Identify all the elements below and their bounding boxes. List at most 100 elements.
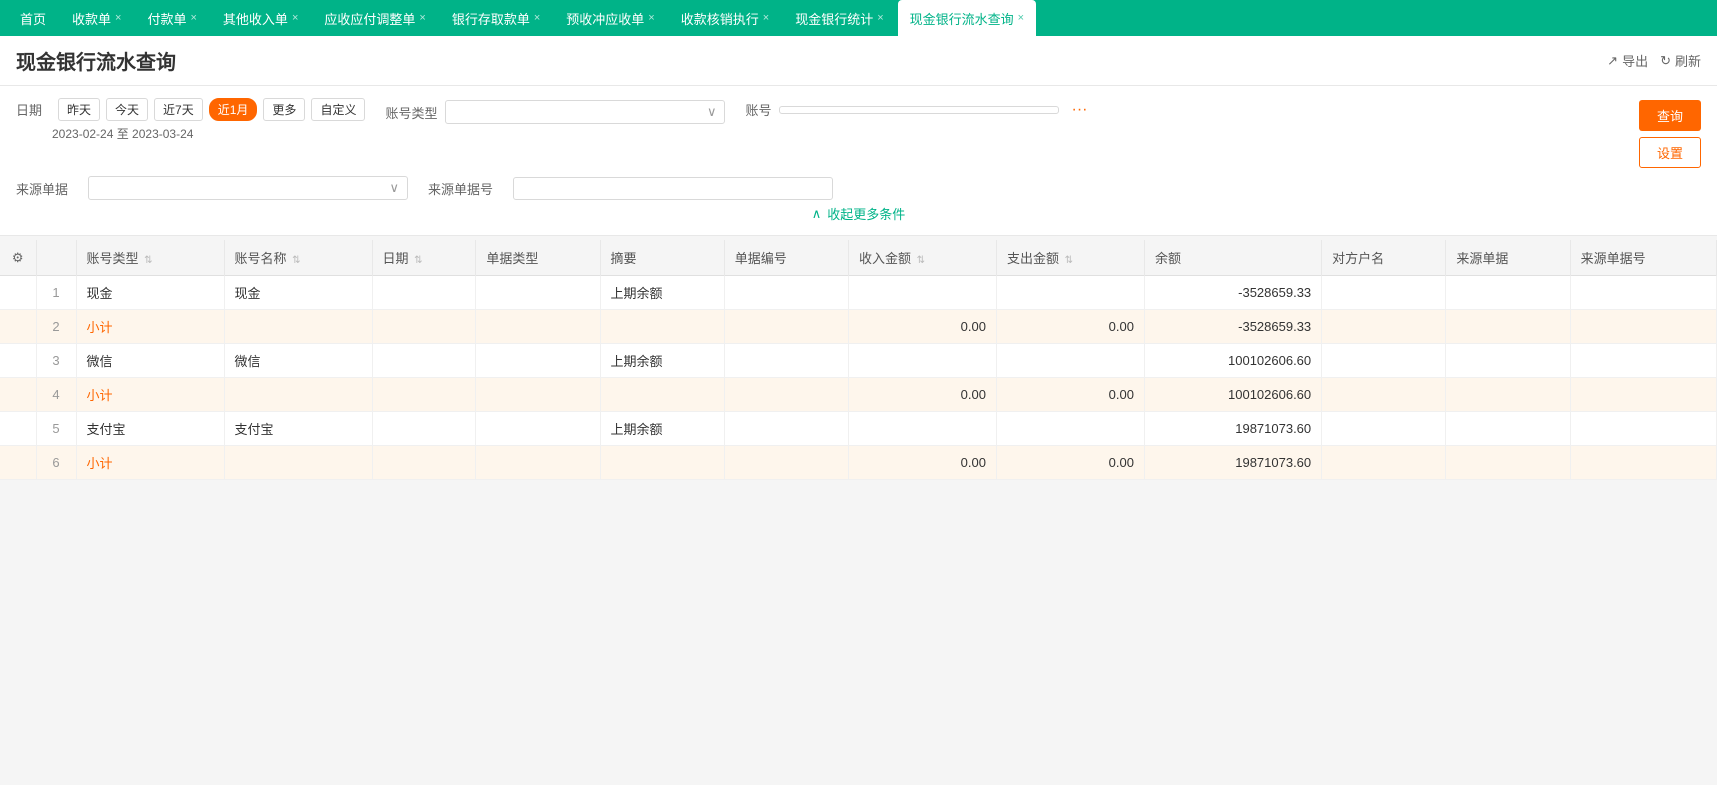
col-date[interactable]: 日期 ⇅ xyxy=(372,240,476,276)
export-button[interactable]: ↗ 导出 xyxy=(1607,51,1648,70)
account-select[interactable] xyxy=(779,106,1059,114)
close-icon[interactable]: × xyxy=(763,12,769,24)
row-checkbox[interactable] xyxy=(0,310,36,344)
cell-balance: -3528659.33 xyxy=(1144,310,1321,344)
date-btn-custom[interactable]: 自定义 xyxy=(311,98,365,121)
query-button[interactable]: 查询 xyxy=(1639,100,1701,131)
cell-summary: 上期余额 xyxy=(600,276,724,310)
nav-tab-payment[interactable]: 付款单 × xyxy=(135,0,208,36)
cell-account-name xyxy=(224,378,372,412)
data-table: ⚙ 账号类型 ⇅ 账号名称 ⇅ 日期 ⇅ 单据类型 摘要 单据编号 收入金额 ⇅… xyxy=(0,240,1717,480)
cell-doc-no xyxy=(724,446,848,480)
cell-account-type: 小计 xyxy=(76,446,224,480)
nav-tab-adjust[interactable]: 应收应付调整单 × xyxy=(312,0,437,36)
cell-counterpart xyxy=(1322,412,1446,446)
cell-date xyxy=(372,446,476,480)
nav-home[interactable]: 首页 xyxy=(8,9,58,28)
account-type-label: 账号类型 xyxy=(385,103,437,122)
close-icon[interactable]: × xyxy=(292,12,298,24)
row-checkbox[interactable] xyxy=(0,412,36,446)
table-header-row: ⚙ 账号类型 ⇅ 账号名称 ⇅ 日期 ⇅ 单据类型 摘要 单据编号 收入金额 ⇅… xyxy=(0,240,1717,276)
cell-doc-type xyxy=(476,412,600,446)
collapse-icon: ∧ xyxy=(812,206,822,222)
close-icon[interactable]: × xyxy=(190,12,196,24)
chevron-down-icon: ∨ xyxy=(707,104,717,120)
account-type-select[interactable]: ∨ xyxy=(445,100,725,124)
nav-tab-verify[interactable]: 收款核销执行 × xyxy=(669,0,781,36)
close-icon[interactable]: × xyxy=(1018,12,1024,24)
source-doc-no-input[interactable] xyxy=(513,177,833,200)
export-icon: ↗ xyxy=(1607,53,1618,69)
date-label: 日期 xyxy=(16,100,42,119)
close-icon[interactable]: × xyxy=(877,12,883,24)
filter-area: 日期 昨天 今天 近7天 近1月 更多 自定义 2023-02-24 至 202… xyxy=(0,86,1717,236)
cell-source-doc xyxy=(1446,276,1570,310)
row-index: 2 xyxy=(36,310,76,344)
row-checkbox[interactable] xyxy=(0,276,36,310)
cell-source-doc-no xyxy=(1570,446,1716,480)
date-btn-today[interactable]: 今天 xyxy=(106,98,148,121)
close-icon[interactable]: × xyxy=(648,12,654,24)
cell-doc-no xyxy=(724,276,848,310)
nav-tab-other-income[interactable]: 其他收入单 × xyxy=(211,0,310,36)
row-checkbox[interactable] xyxy=(0,446,36,480)
date-btn-7days[interactable]: 近7天 xyxy=(154,98,203,121)
refresh-button[interactable]: ↻ 刷新 xyxy=(1660,51,1701,70)
cell-doc-type xyxy=(476,310,600,344)
close-icon[interactable]: × xyxy=(419,12,425,24)
column-settings-icon[interactable]: ⚙ xyxy=(0,240,36,276)
col-doc-type: 单据类型 xyxy=(476,240,600,276)
cell-counterpart xyxy=(1322,344,1446,378)
row-checkbox[interactable] xyxy=(0,378,36,412)
row-index: 6 xyxy=(36,446,76,480)
row-checkbox[interactable] xyxy=(0,344,36,378)
cell-date xyxy=(372,412,476,446)
close-icon[interactable]: × xyxy=(115,12,121,24)
date-btn-yesterday[interactable]: 昨天 xyxy=(58,98,100,121)
col-summary: 摘要 xyxy=(600,240,724,276)
col-account-type[interactable]: 账号类型 ⇅ xyxy=(76,240,224,276)
cell-expense: 0.00 xyxy=(996,310,1144,344)
cell-source-doc-no xyxy=(1570,412,1716,446)
cell-account-name xyxy=(224,446,372,480)
refresh-icon: ↻ xyxy=(1660,53,1671,69)
nav-tab-bank-flow[interactable]: 现金银行流水查询 × xyxy=(898,0,1036,36)
cell-date xyxy=(372,276,476,310)
table-body: 1现金现金上期余额-3528659.332小计0.000.00-3528659.… xyxy=(0,276,1717,480)
source-doc-no-label: 来源单据号 xyxy=(428,179,493,198)
nav-tab-prepay[interactable]: 预收冲应收单 × xyxy=(554,0,666,36)
cell-account-type: 小计 xyxy=(76,310,224,344)
collapse-bar[interactable]: ∧ 收起更多条件 xyxy=(16,200,1701,223)
cell-account-name xyxy=(224,310,372,344)
cell-income xyxy=(848,276,996,310)
cell-doc-no xyxy=(724,310,848,344)
cell-account-name: 微信 xyxy=(224,344,372,378)
cell-income xyxy=(848,344,996,378)
date-btn-1month[interactable]: 近1月 xyxy=(209,98,258,121)
col-account-name[interactable]: 账号名称 ⇅ xyxy=(224,240,372,276)
cell-account-type: 小计 xyxy=(76,378,224,412)
setting-button[interactable]: 设置 xyxy=(1639,137,1701,168)
col-expense[interactable]: 支出金额 ⇅ xyxy=(996,240,1144,276)
page-title: 现金银行流水查询 xyxy=(16,46,176,75)
nav-tab-bank-deposit[interactable]: 银行存取款单 × xyxy=(440,0,552,36)
col-income[interactable]: 收入金额 ⇅ xyxy=(848,240,996,276)
cell-doc-type xyxy=(476,344,600,378)
date-range: 2023-02-24 至 2023-03-24 xyxy=(52,127,193,141)
cell-account-name: 现金 xyxy=(224,276,372,310)
date-btn-more[interactable]: 更多 xyxy=(263,98,305,121)
table-row: 5支付宝支付宝上期余额19871073.60 xyxy=(0,412,1717,446)
table-row: 4小计0.000.00100102606.60 xyxy=(0,378,1717,412)
row-index: 1 xyxy=(36,276,76,310)
account-dots-button[interactable]: ··· xyxy=(1071,101,1087,119)
nav-tab-receipt[interactable]: 收款单 × xyxy=(60,0,133,36)
cell-doc-no xyxy=(724,344,848,378)
cell-expense: 0.00 xyxy=(996,446,1144,480)
cell-expense xyxy=(996,276,1144,310)
cell-doc-type xyxy=(476,446,600,480)
cell-account-type: 微信 xyxy=(76,344,224,378)
source-doc-label: 来源单据 xyxy=(16,179,68,198)
close-icon[interactable]: × xyxy=(534,12,540,24)
nav-tab-bank-stats[interactable]: 现金银行统计 × xyxy=(783,0,895,36)
source-doc-select[interactable]: ∨ xyxy=(88,176,408,200)
